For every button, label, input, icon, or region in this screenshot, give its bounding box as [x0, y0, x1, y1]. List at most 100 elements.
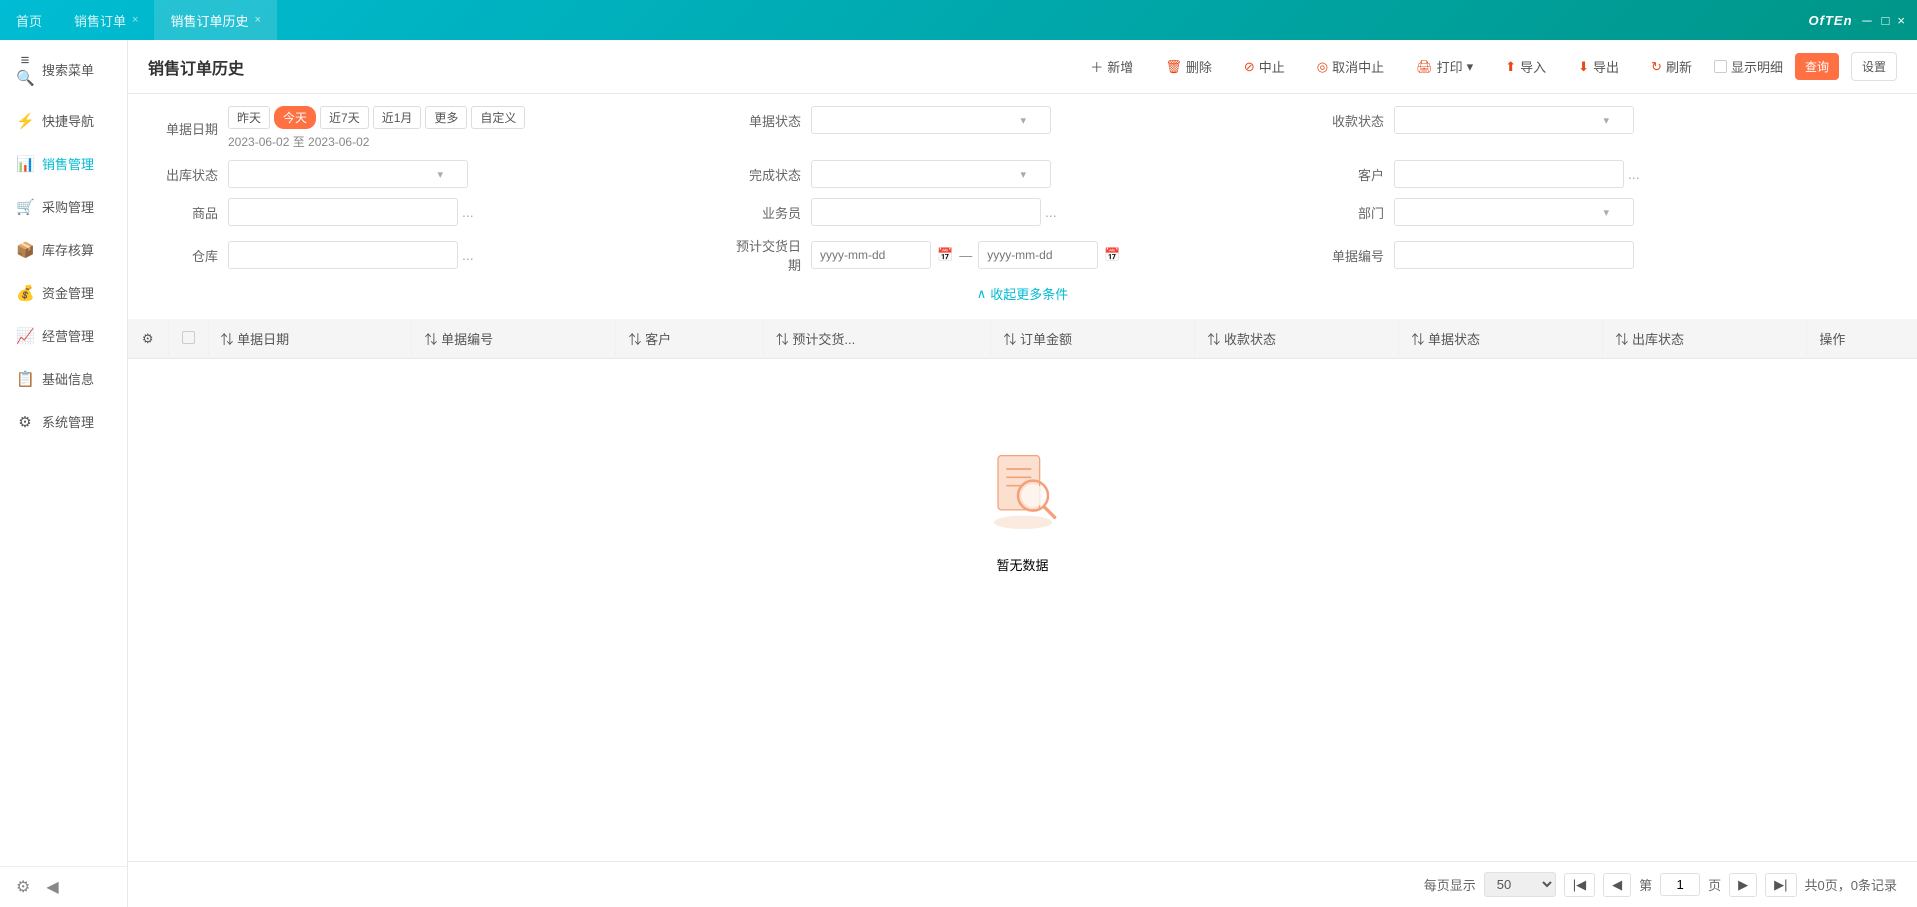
th-receipt-status[interactable]: ⇅ 收款状态 [1195, 319, 1399, 359]
customer-ellipsis-btn[interactable]: ... [1624, 166, 1644, 182]
customer-input[interactable] [1394, 160, 1624, 188]
goods-ellipsis-btn[interactable]: ... [458, 204, 478, 220]
complete-select[interactable]: ▾ [811, 160, 1051, 188]
doc-no-input[interactable] [1394, 241, 1634, 269]
import-button[interactable]: ⬆ 导入 [1495, 52, 1556, 81]
th-outbound-label: ⇅ 出库状态 [1615, 329, 1684, 348]
cancel-stop-button[interactable]: ◎ 取消中止 [1307, 52, 1394, 81]
tab-sales-order-label: 销售订单 [74, 11, 126, 30]
date-btn-custom[interactable]: 自定义 [471, 106, 525, 129]
last-page-btn[interactable]: ▶| [1765, 873, 1796, 897]
collapse-filter-btn[interactable]: ∧ 收起更多条件 [148, 280, 1897, 307]
th-doc-status-label: ⇅ 单据状态 [1411, 329, 1480, 348]
goods-input[interactable] [228, 198, 458, 226]
th-customer[interactable]: ⇅ 客户 [616, 319, 763, 359]
calendar-end-icon[interactable]: 📅 [1104, 247, 1120, 263]
query-button[interactable]: 查询 [1795, 53, 1839, 80]
th-checkbox[interactable] [168, 319, 208, 359]
sidebar-settings-icon[interactable]: ⚙ [16, 877, 30, 897]
salesperson-input[interactable] [811, 198, 1041, 226]
sidebar-item-operations-label: 经营管理 [42, 326, 94, 345]
filter-area: 单据日期 昨天 今天 近7天 近1月 更多 自定义 2023-06-02 至 2… [128, 94, 1917, 319]
display-toggle[interactable]: 显示明细 [1714, 57, 1783, 76]
tab-sales-order[interactable]: 销售订单 × [58, 0, 154, 40]
prev-page-btn[interactable]: ◀ [1603, 873, 1631, 897]
basic-info-icon: 📋 [16, 370, 34, 388]
print-button[interactable]: 🖨 打印 ▾ [1406, 52, 1483, 81]
sidebar-item-quick-nav-label: 快捷导航 [42, 111, 94, 130]
calendar-start-icon[interactable]: 📅 [937, 247, 953, 263]
sidebar-item-inventory[interactable]: 📦 库存核算 [0, 228, 127, 271]
new-label: 新增 [1107, 57, 1133, 76]
next-page-btn[interactable]: ▶ [1729, 873, 1757, 897]
tab-sales-order-close[interactable]: × [132, 14, 138, 26]
outbound-select[interactable]: ▾ [228, 160, 468, 188]
page-of-label: 页 [1708, 875, 1721, 894]
date-btn-1month[interactable]: 近1月 [373, 106, 422, 129]
sidebar-item-sales-mgmt[interactable]: 📊 销售管理 [0, 142, 127, 185]
th-doc-no[interactable]: ⇅ 单据编号 [412, 319, 616, 359]
settings-button[interactable]: 设置 [1851, 52, 1897, 81]
tab-home[interactable]: 首页 [0, 0, 58, 40]
doc-no-label: 单据编号 [1314, 246, 1394, 265]
table-body: 暂无数据 [128, 359, 1917, 655]
sidebar-item-search-menu[interactable]: ≡🔍 搜索菜单 [0, 40, 127, 99]
receipt-status-select[interactable]: ▾ [1394, 106, 1634, 134]
export-button[interactable]: ⬇ 导出 [1568, 52, 1629, 81]
date-btn-7days[interactable]: 近7天 [320, 106, 369, 129]
refresh-button[interactable]: ↻ 刷新 [1641, 52, 1702, 81]
refresh-icon: ↻ [1651, 59, 1662, 75]
warehouse-label: 仓库 [148, 246, 228, 265]
th-doc-date[interactable]: ⇅ 单据日期 [208, 319, 412, 359]
date-range-dash: — [959, 248, 972, 263]
sidebar-item-sys-mgmt-label: 系统管理 [42, 412, 94, 431]
date-range-text: 2023-06-02 至 2023-06-02 [228, 133, 525, 150]
sidebar-item-purchase-mgmt[interactable]: 🛒 采购管理 [0, 185, 127, 228]
th-amount[interactable]: ⇅ 订单金额 [991, 319, 1195, 359]
salesperson-ellipsis-btn[interactable]: ... [1041, 204, 1061, 220]
th-outbound[interactable]: ⇅ 出库状态 [1603, 319, 1807, 359]
dept-select[interactable]: ▾ [1394, 198, 1634, 226]
settings-icon[interactable]: ⚙ [142, 331, 154, 346]
receipt-status-label: 收款状态 [1314, 111, 1394, 130]
page-number-input[interactable] [1660, 873, 1700, 896]
page-total: 共0页，0条记录 [1805, 875, 1897, 894]
warehouse-input[interactable] [228, 241, 458, 269]
page-size-label: 每页显示 [1424, 875, 1476, 894]
tab-sales-history[interactable]: 销售订单历史 × [154, 0, 276, 40]
window-close[interactable]: × [1897, 13, 1905, 28]
date-btn-today[interactable]: 今天 [274, 106, 316, 129]
doc-status-select[interactable]: ▾ [811, 106, 1051, 134]
delivery-date-end[interactable] [978, 241, 1098, 269]
sidebar-item-quick-nav[interactable]: ⚡ 快捷导航 [0, 99, 127, 142]
delivery-date-start[interactable] [811, 241, 931, 269]
th-delivery[interactable]: ⇅ 预计交货... [763, 319, 991, 359]
goods-label: 商品 [148, 203, 228, 222]
complete-arrow-icon: ▾ [1020, 168, 1026, 181]
th-doc-status[interactable]: ⇅ 单据状态 [1399, 319, 1603, 359]
empty-state: 暂无数据 [128, 359, 1917, 654]
date-quick-buttons: 昨天 今天 近7天 近1月 更多 自定义 [228, 106, 525, 129]
th-settings[interactable]: ⚙ [128, 319, 168, 359]
sidebar-collapse-icon[interactable]: ◀ [46, 877, 58, 897]
warehouse-ellipsis-btn[interactable]: ... [458, 247, 478, 263]
delete-label: 删除 [1186, 57, 1212, 76]
sidebar-item-operations[interactable]: 📈 经营管理 [0, 314, 127, 357]
new-button[interactable]: ＋ 新增 [1080, 52, 1143, 81]
date-btn-yesterday[interactable]: 昨天 [228, 106, 270, 129]
display-toggle-checkbox[interactable] [1714, 60, 1727, 73]
first-page-btn[interactable]: |◀ [1564, 873, 1595, 897]
sidebar-bottom: ⚙ ◀ [0, 866, 127, 907]
window-minimize[interactable]: － [1861, 11, 1874, 30]
date-btn-more[interactable]: 更多 [425, 106, 467, 129]
tab-sales-history-close[interactable]: × [254, 14, 260, 26]
page-size-select[interactable]: 50 10 20 100 [1484, 872, 1556, 897]
collapse-text: 收起更多条件 [990, 284, 1068, 303]
delete-button[interactable]: 🗑 删除 [1155, 52, 1222, 81]
sidebar-item-basic-info[interactable]: 📋 基础信息 [0, 357, 127, 400]
sidebar-item-sys-mgmt[interactable]: ⚙ 系统管理 [0, 400, 127, 443]
stop-button[interactable]: ⊘ 中止 [1234, 52, 1295, 81]
window-maximize[interactable]: □ [1882, 13, 1890, 28]
select-all-checkbox[interactable] [182, 331, 195, 344]
sidebar-item-finance[interactable]: 💰 资金管理 [0, 271, 127, 314]
